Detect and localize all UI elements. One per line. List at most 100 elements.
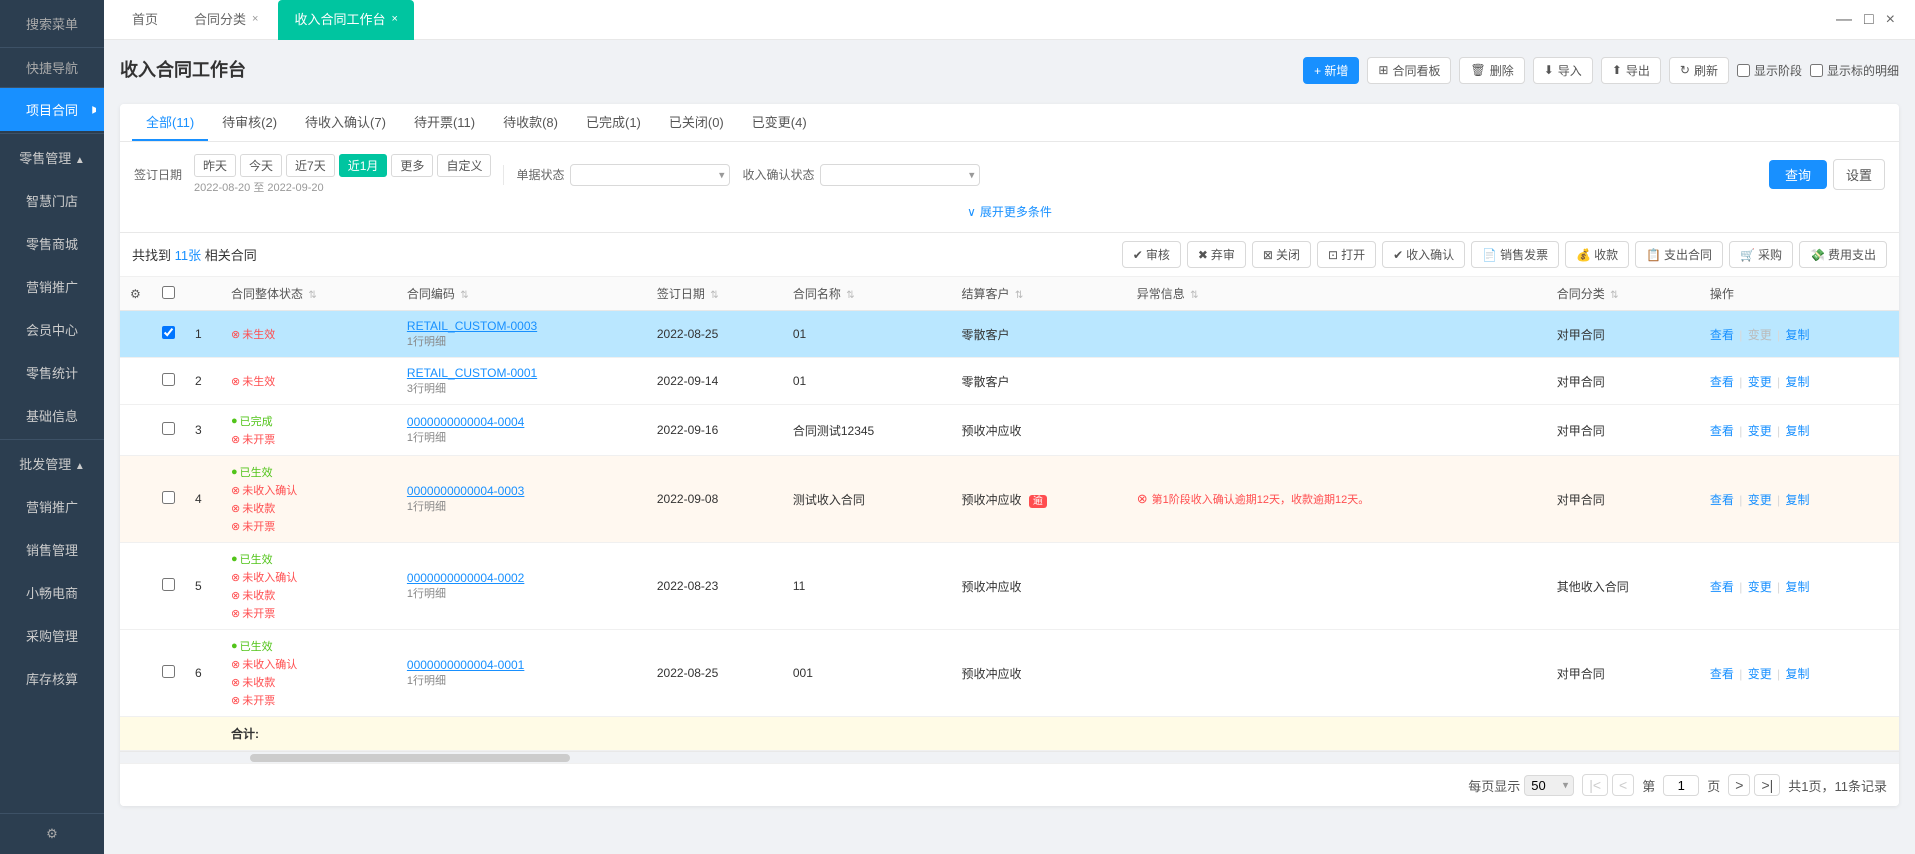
page-prev-btn[interactable]: < [1612,774,1634,796]
expense-btn[interactable]: 💸 费用支出 [1799,241,1887,268]
sidebar-nav[interactable]: 快捷导航 [0,48,104,88]
minimize-icon[interactable]: — [1836,11,1852,29]
contract-code-link-2[interactable]: RETAIL_CUSTOM-0001 [407,366,637,380]
date-btn-last1m[interactable]: 近1月 [339,154,388,177]
tab-contract-category[interactable]: 合同分类 × [178,0,274,40]
date-btn-more[interactable]: 更多 [391,154,433,177]
sidebar-search[interactable]: 搜索菜单 [0,0,104,48]
op-change-4[interactable]: 变更 [1748,493,1772,507]
sidebar-item-project[interactable]: 项目合同 ▶ [0,88,104,131]
contract-board-button[interactable]: ⊞ 合同看板 [1367,57,1451,84]
op-view-2[interactable]: 查看 [1710,375,1734,389]
per-page-select[interactable]: 10 20 50 100 [1524,775,1574,796]
sidebar-item-retail-mall[interactable]: 零售商城 [0,222,104,265]
op-change-3[interactable]: 变更 [1748,424,1772,438]
cell-row6-check[interactable] [152,630,185,717]
op-copy-5[interactable]: 复制 [1786,580,1810,594]
review-btn[interactable]: ✔ 审核 [1122,241,1181,268]
page-first-btn[interactable]: |< [1582,774,1608,796]
page-last-btn[interactable]: >| [1754,774,1780,796]
op-copy-6[interactable]: 复制 [1786,667,1810,681]
income-confirm-btn[interactable]: ✔ 收入确认 [1382,241,1465,268]
sidebar-item-wholesale[interactable]: 批发管理 ▲ [0,442,104,485]
op-copy-3[interactable]: 复制 [1786,424,1810,438]
op-view-1[interactable]: 查看 [1710,328,1734,342]
query-button[interactable]: 查询 [1769,160,1827,189]
filter-tab-pending-receive[interactable]: 待收款(8) [489,104,572,141]
sidebar-item-inventory[interactable]: 库存核算 [0,657,104,700]
op-change-6[interactable]: 变更 [1748,667,1772,681]
setting-button[interactable]: 设置 [1833,159,1885,190]
sidebar-item-marketing[interactable]: 营销推广 [0,265,104,308]
sidebar-item-member[interactable]: 会员中心 [0,308,104,351]
sidebar-item-marketing2[interactable]: 营销推广 [0,485,104,528]
page-number-input[interactable] [1663,775,1699,796]
op-change-5[interactable]: 变更 [1748,580,1772,594]
expand-more-btn[interactable]: ∨ 展开更多条件 [967,203,1052,220]
receive-btn[interactable]: 💰 收款 [1565,241,1629,268]
th-overall-status[interactable]: 合同整体状态 ⇅ [221,277,397,311]
refresh-button[interactable]: ↻ 刷新 [1669,57,1729,84]
contract-code-link-3[interactable]: 0000000000004-0004 [407,415,637,429]
date-btn-custom[interactable]: 自定义 [437,154,491,177]
sidebar-item-sales-mgr[interactable]: 销售管理 [0,528,104,571]
filter-tab-changed[interactable]: 已变更(4) [738,104,821,141]
sidebar-item-retail-stat[interactable]: 零售统计 [0,351,104,394]
op-copy-1[interactable]: 复制 [1786,328,1810,342]
th-error-info[interactable]: 异常信息 ⇅ [1127,277,1547,311]
cell-row1-check[interactable] [152,311,185,358]
th-contract-code[interactable]: 合同编码 ⇅ [397,277,647,311]
date-btn-yesterday[interactable]: 昨天 [194,154,236,177]
filter-tab-completed[interactable]: 已完成(1) [572,104,655,141]
purchase-btn[interactable]: 🛒 采购 [1729,241,1793,268]
th-contract-type[interactable]: 合同分类 ⇅ [1547,277,1700,311]
tab-home[interactable]: 首页 [116,0,174,40]
op-copy-4[interactable]: 复制 [1786,493,1810,507]
add-button[interactable]: + 新增 [1303,57,1359,84]
filter-tab-pending-review[interactable]: 待审核(2) [208,104,291,141]
show-details-checkbox[interactable]: 显示标的明细 [1810,62,1899,79]
contract-code-link-6[interactable]: 0000000000004-0001 [407,658,637,672]
filter-tab-all[interactable]: 全部(11) [132,104,208,141]
confirm-status-select[interactable] [820,164,980,186]
sidebar-item-base-info[interactable]: 基础信息 [0,394,104,437]
cell-row2-check[interactable] [152,358,185,405]
cell-row4-check[interactable] [152,456,185,543]
close-window-icon[interactable]: × [1886,11,1895,29]
sales-invoice-btn[interactable]: 📄 销售发票 [1471,241,1559,268]
scrollbar-thumb[interactable] [250,754,570,762]
contract-code-link-4[interactable]: 0000000000004-0003 [407,484,637,498]
th-settings[interactable]: ⚙ [120,277,152,311]
th-contract-name[interactable]: 合同名称 ⇅ [783,277,952,311]
date-btn-last7[interactable]: 近7天 [286,154,335,177]
date-btn-today[interactable]: 今天 [240,154,282,177]
page-next-btn[interactable]: > [1728,774,1750,796]
sidebar-item-purchase[interactable]: 采购管理 [0,614,104,657]
th-checkbox[interactable] [152,277,185,311]
close-btn[interactable]: ⊠ 关闭 [1252,241,1311,268]
op-view-5[interactable]: 查看 [1710,580,1734,594]
export-button[interactable]: ⬆ 导出 [1601,57,1661,84]
open-btn[interactable]: ⊡ 打开 [1317,241,1376,268]
filter-tab-pending-invoice[interactable]: 待开票(11) [400,104,489,141]
horizontal-scrollbar[interactable] [120,751,1899,763]
delete-button[interactable]: 🗑 删除 [1459,57,1524,84]
sidebar-settings[interactable]: ⚙ [0,813,104,854]
th-sign-date[interactable]: 签订日期 ⇅ [647,277,783,311]
expense-contract-btn[interactable]: 📋 支出合同 [1635,241,1723,268]
tab-income-contract[interactable]: 收入合同工作台 × [278,0,413,40]
contract-code-link-5[interactable]: 0000000000004-0002 [407,571,637,585]
cell-row5-check[interactable] [152,543,185,630]
th-customer[interactable]: 结算客户 ⇅ [952,277,1127,311]
op-view-3[interactable]: 查看 [1710,424,1734,438]
sidebar-item-xiaochang[interactable]: 小畅电商 [0,571,104,614]
sidebar-item-smart-store[interactable]: 智慧门店 [0,179,104,222]
close-contract-category-icon[interactable]: × [252,13,258,25]
op-view-6[interactable]: 查看 [1710,667,1734,681]
op-change-2[interactable]: 变更 [1748,375,1772,389]
show-stages-checkbox[interactable]: 显示阶段 [1737,62,1802,79]
filter-tab-pending-confirm[interactable]: 待收入确认(7) [291,104,400,141]
doc-status-select[interactable] [570,164,730,186]
sidebar-item-retail[interactable]: 零售管理 ▲ [0,136,104,179]
abandon-btn[interactable]: ✖ 弃审 [1187,241,1246,268]
